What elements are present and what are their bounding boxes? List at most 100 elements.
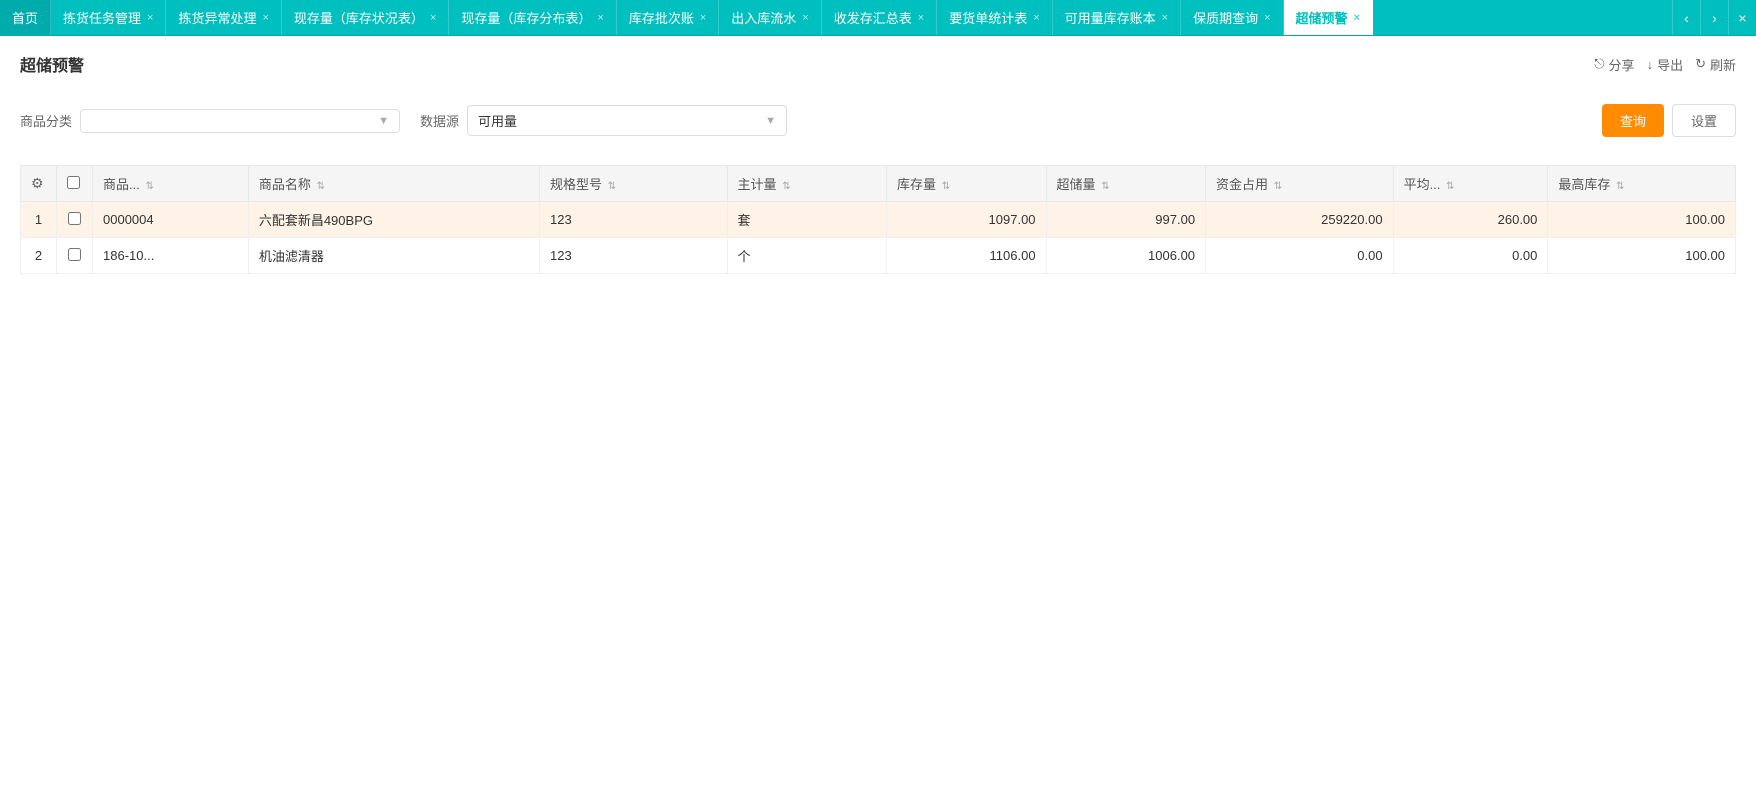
close-icon[interactable]: × — [262, 12, 268, 24]
share-button[interactable]: ⎋ 分享 — [1594, 55, 1634, 74]
nav-prev-button[interactable]: ‹ — [1672, 0, 1700, 36]
th-unit-label: 主计量 — [738, 177, 777, 192]
nav-arrows: ‹ › × — [1672, 0, 1756, 36]
row-max-stock: 100.00 — [1548, 202, 1736, 238]
th-spec-label: 规格型号 — [550, 177, 602, 192]
sort-icon: ⇅ — [782, 181, 790, 192]
sort-icon: ⇅ — [608, 181, 616, 192]
export-button[interactable]: ↓ 导出 — [1647, 55, 1684, 74]
filter-actions: 查询 设置 — [1602, 104, 1736, 137]
row-checkbox-cell[interactable] — [57, 238, 93, 274]
close-icon[interactable]: × — [430, 12, 436, 24]
table-row: 2 186-10... 机油滤清器 123 个 1106.00 1006.00 … — [21, 238, 1736, 274]
th-checkbox[interactable] — [57, 166, 93, 202]
th-product-name-label: 商品名称 — [259, 177, 311, 192]
close-icon[interactable]: × — [918, 12, 924, 24]
filter-bar: 商品分类 ▼ 数据源 可用量 ▼ 查询 设置 — [20, 92, 1736, 149]
nav-item-label: 出入库流水 — [731, 8, 796, 27]
nav-item-label: 现存量（库存分布表） — [461, 8, 591, 27]
row-product-code: 186-10... — [93, 238, 249, 274]
nav-item-label: 现存量（库存状况表） — [294, 8, 424, 27]
row-unit: 套 — [727, 202, 887, 238]
close-icon[interactable]: × — [1162, 12, 1168, 24]
th-spec[interactable]: 规格型号 ⇅ — [540, 166, 728, 202]
data-source-label: 数据源 — [420, 111, 459, 130]
export-label: 导出 — [1657, 55, 1683, 74]
close-icon[interactable]: × — [597, 12, 603, 24]
close-icon[interactable]: × — [1354, 12, 1360, 24]
refresh-icon: ↻ — [1695, 56, 1706, 72]
select-all-checkbox[interactable] — [67, 176, 80, 189]
nav-item-inventory-status[interactable]: 现存量（库存状况表） × — [282, 0, 449, 36]
row-capital-usage: 0.00 — [1206, 238, 1394, 274]
row-checkbox[interactable] — [68, 248, 81, 261]
close-icon[interactable]: × — [700, 12, 706, 24]
nav-item-label: 可用量库存账本 — [1065, 8, 1156, 27]
share-label: 分享 — [1609, 55, 1635, 74]
nav-next-button[interactable]: › — [1700, 0, 1728, 36]
nav-item-label: 收发存汇总表 — [834, 8, 912, 27]
data-source-select[interactable]: 可用量 ▼ — [467, 105, 787, 136]
nav-item-batch-account[interactable]: 库存批次账 × — [617, 0, 719, 36]
page-title: 超储预警 — [20, 52, 84, 76]
th-product-code[interactable]: 商品... ⇅ — [93, 166, 249, 202]
chevron-down-icon: ▼ — [378, 115, 389, 127]
gear-icon[interactable]: ⚙ — [31, 175, 44, 191]
row-checkbox-cell[interactable] — [57, 202, 93, 238]
nav-item-abnormal[interactable]: 拣货异常处理 × — [166, 0, 281, 36]
sort-icon: ⇅ — [942, 181, 950, 192]
th-capital-usage-label: 资金占用 — [1216, 177, 1268, 192]
th-overstock-qty[interactable]: 超储量 ⇅ — [1046, 166, 1206, 202]
nav-item-quality-check[interactable]: 保质期查询 × — [1181, 0, 1283, 36]
close-icon[interactable]: × — [802, 12, 808, 24]
th-settings[interactable]: ⚙ — [21, 166, 57, 202]
th-stock-qty-label: 库存量 — [897, 177, 936, 192]
page-content: 超储预警 ⎋ 分享 ↓ 导出 ↻ 刷新 商品分类 ▼ 数据源 — [0, 36, 1756, 800]
sort-icon: ⇅ — [145, 181, 153, 192]
th-unit[interactable]: 主计量 ⇅ — [727, 166, 887, 202]
th-avg[interactable]: 平均... ⇅ — [1393, 166, 1548, 202]
nav-item-order-stats[interactable]: 要货单统计表 × — [937, 0, 1052, 36]
row-spec: 123 — [540, 202, 728, 238]
data-table: ⚙ 商品... ⇅ 商品名称 ⇅ 规格型号 ⇅ 主计量 — [20, 165, 1736, 274]
nav-item-available-account[interactable]: 可用量库存账本 × — [1053, 0, 1181, 36]
nav-item-label: 拣货异常处理 — [178, 8, 256, 27]
nav-item-task-mgmt[interactable]: 拣货任务管理 × — [51, 0, 166, 36]
th-stock-qty[interactable]: 库存量 ⇅ — [887, 166, 1047, 202]
nav-item-home[interactable]: 首页 — [0, 0, 51, 36]
th-capital-usage[interactable]: 资金占用 ⇅ — [1206, 166, 1394, 202]
header-actions: ⎋ 分享 ↓ 导出 ↻ 刷新 — [1594, 55, 1736, 74]
row-unit: 个 — [727, 238, 887, 274]
sort-icon: ⇅ — [1101, 181, 1109, 192]
chevron-down-icon: ▼ — [765, 115, 776, 127]
th-product-code-label: 商品... — [103, 177, 140, 192]
nav-item-inout-flow[interactable]: 出入库流水 × — [719, 0, 821, 36]
share-icon: ⎋ — [1594, 56, 1604, 72]
row-avg: 260.00 — [1393, 202, 1548, 238]
data-source-filter: 数据源 可用量 ▼ — [420, 105, 787, 136]
refresh-button[interactable]: ↻ 刷新 — [1695, 55, 1736, 74]
sort-icon: ⇅ — [1446, 181, 1454, 192]
row-product-name: 机油滤清器 — [248, 238, 539, 274]
row-capital-usage: 259220.00 — [1206, 202, 1394, 238]
query-button[interactable]: 查询 — [1602, 104, 1664, 137]
nav-item-label: 要货单统计表 — [949, 8, 1027, 27]
row-avg: 0.00 — [1393, 238, 1548, 274]
product-category-select[interactable]: ▼ — [80, 109, 400, 133]
close-icon[interactable]: × — [1033, 12, 1039, 24]
nav-close-all-button[interactable]: × — [1728, 0, 1756, 36]
close-icon[interactable]: × — [147, 12, 153, 24]
th-product-name[interactable]: 商品名称 ⇅ — [248, 166, 539, 202]
nav-item-overstock-alert[interactable]: 超储预警 × — [1284, 0, 1373, 36]
page-header: 超储预警 ⎋ 分享 ↓ 导出 ↻ 刷新 — [20, 52, 1736, 76]
th-overstock-qty-label: 超储量 — [1057, 177, 1096, 192]
nav-item-inventory-dist[interactable]: 现存量（库存分布表） × — [449, 0, 616, 36]
table-row: 1 0000004 六配套新昌490BPG 123 套 1097.00 997.… — [21, 202, 1736, 238]
close-icon[interactable]: × — [1264, 12, 1270, 24]
settings-button[interactable]: 设置 — [1672, 104, 1736, 137]
th-max-stock[interactable]: 最高库存 ⇅ — [1548, 166, 1736, 202]
nav-item-collect-summary[interactable]: 收发存汇总表 × — [822, 0, 937, 36]
nav-item-label: 库存批次账 — [629, 8, 694, 27]
row-num: 1 — [21, 202, 57, 238]
row-checkbox[interactable] — [68, 212, 81, 225]
